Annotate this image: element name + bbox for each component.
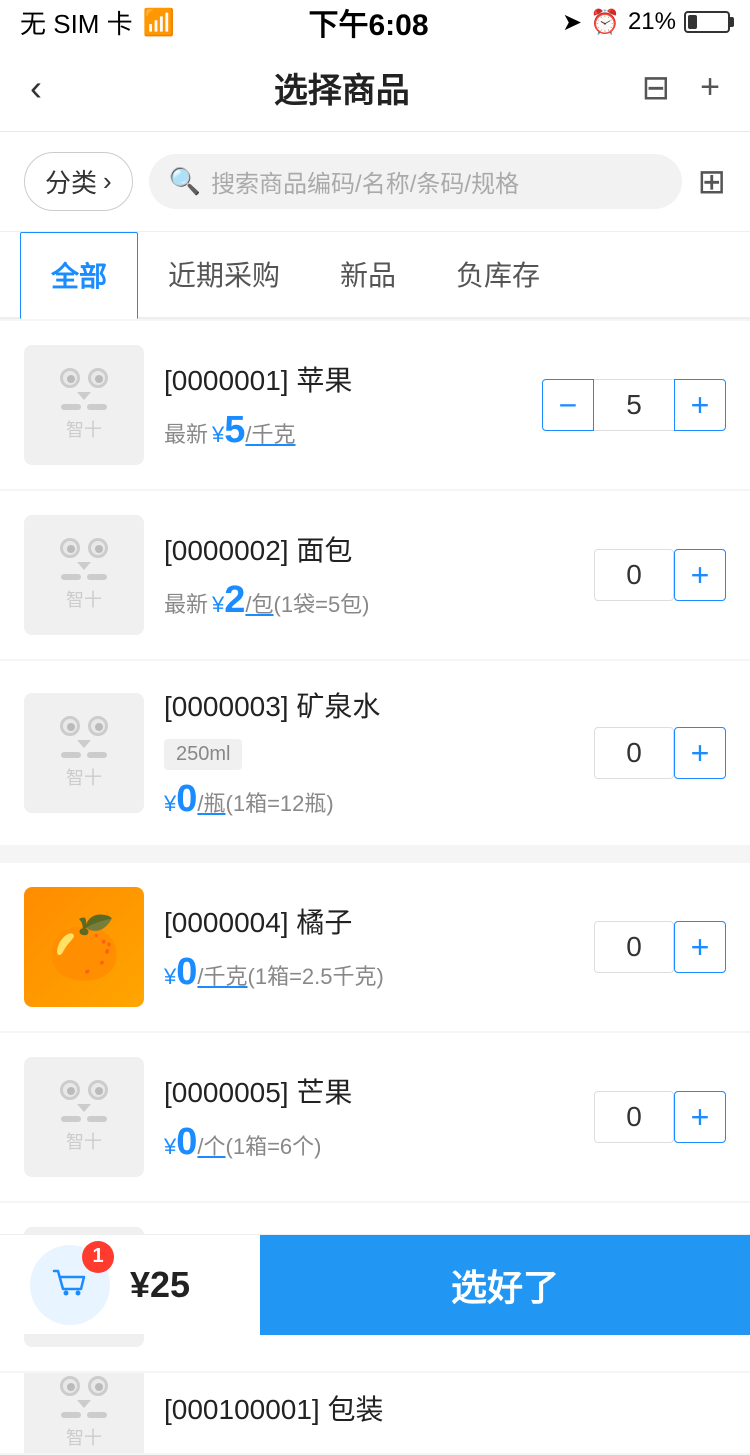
product-info-6: [000100001] 包装 [164,1388,726,1438]
tab-new[interactable]: 新品 [310,232,426,319]
table-row: 智十 [0000002] 面包 最新 ¥ 2 /包 (1袋=5包) + [0,491,750,659]
qty-input-3[interactable] [594,921,674,973]
product-image-4: 智十 [24,1057,144,1177]
product-image-2: 智十 [24,693,144,813]
product-name-6: [000100001] 包装 [164,1388,726,1428]
qty-plus-button-4[interactable]: + [674,1091,726,1143]
price-unit-0: /千克 [245,417,295,449]
product-info-2: [0000003] 矿泉水 250ml ¥ 0 /瓶 (1箱=12瓶) [164,685,574,821]
product-image-3: 🍊 [24,887,144,1007]
qty-control-2: + [594,727,726,779]
category-button[interactable]: 分类 › [24,152,133,211]
alarm-icon: ⏰ [590,8,620,37]
cart-icon-wrap[interactable]: 1 [30,1245,110,1325]
bottom-bar: 1 ¥25 选好了 [0,1234,750,1334]
owl-logo: 智十 [60,368,108,442]
page-title: 选择商品 [274,63,410,112]
price-value-0: 5 [224,409,245,452]
orange-image: 🍊 [24,887,144,1007]
qty-plus-button-1[interactable]: + [674,549,726,601]
owl-label: 智十 [66,764,102,790]
owl-label: 智十 [66,416,102,442]
qty-input-4[interactable] [594,1091,674,1143]
table-row: 🍊 [0000004] 橘子 ¥ 0 /千克 (1箱=2.5千克) + [0,863,750,1031]
status-time: 下午6:08 [308,0,428,44]
product-price-1: 最新 ¥ 2 /包 (1袋=5包) [164,579,574,622]
back-button[interactable]: ‹ [30,67,42,109]
product-name-0: [0000001] 苹果 [164,359,522,399]
carrier-text: 无 SIM 卡 [20,4,133,41]
category-arrow: › [103,166,112,197]
category-label: 分类 [45,163,97,200]
search-wrap[interactable]: 🔍 搜索商品编码/名称/条码/规格 [149,154,682,209]
qty-control-0: − + [542,379,726,431]
cart-section: 1 ¥25 [0,1245,260,1325]
product-price-0: 最新 ¥ 5 /千克 [164,409,522,452]
product-info-3: [0000004] 橘子 ¥ 0 /千克 (1箱=2.5千克) [164,901,574,994]
cart-badge: 1 [82,1241,114,1273]
product-name-4: [0000005] 芒果 [164,1071,574,1111]
tab-negative[interactable]: 负库存 [426,232,570,319]
search-icon: 🔍 [169,166,201,197]
qty-minus-button-0[interactable]: − [542,379,594,431]
divider [0,847,750,863]
price-label-0: 最新 [164,417,208,449]
owl-logo: 智十 [60,1376,108,1450]
owl-logo: 智十 [60,538,108,612]
qty-plus-button-3[interactable]: + [674,921,726,973]
product-info-0: [0000001] 苹果 最新 ¥ 5 /千克 [164,359,522,452]
price-symbol-0: ¥ [212,422,224,448]
product-info-1: [0000002] 面包 最新 ¥ 2 /包 (1袋=5包) [164,529,574,622]
product-spec-2: 250ml [164,739,242,770]
battery-icon [684,11,730,33]
qty-control-4: + [594,1091,726,1143]
status-bar: 无 SIM 卡 📶 下午6:08 ➤ ⏰ 21% [0,0,750,44]
confirm-button[interactable]: 选好了 [260,1235,750,1335]
owl-logo: 智十 [60,716,108,790]
qty-plus-button-0[interactable]: + [674,379,726,431]
qty-control-3: + [594,921,726,973]
status-left: 无 SIM 卡 📶 [20,4,175,41]
location-icon: ➤ [562,8,582,37]
cart-icon [48,1263,92,1307]
table-row: 智十 [0000001] 苹果 最新 ¥ 5 /千克 − + [0,321,750,489]
product-price-3: ¥ 0 /千克 (1箱=2.5千克) [164,951,574,994]
tab-bar: 全部 近期采购 新品 负库存 [0,232,750,319]
owl-label: 智十 [66,1128,102,1154]
qty-control-1: + [594,549,726,601]
product-image-0: 智十 [24,345,144,465]
product-price-4: ¥ 0 /个 (1箱=6个) [164,1121,574,1164]
owl-label: 智十 [66,586,102,612]
filter-bar: 分类 › 🔍 搜索商品编码/名称/条码/规格 ⊞ [0,132,750,232]
product-name-3: [0000004] 橘子 [164,901,574,941]
table-row: 智十 [0000003] 矿泉水 250ml ¥ 0 /瓶 (1箱=12瓶) + [0,661,750,845]
qty-input-1[interactable] [594,549,674,601]
tab-recent[interactable]: 近期采购 [138,232,310,319]
filter-icon[interactable]: ⊟ [642,68,671,108]
status-right: ➤ ⏰ 21% [562,8,730,37]
product-image-6: 智十 [24,1373,144,1453]
search-placeholder: 搜索商品编码/名称/条码/规格 [211,164,519,199]
qty-input-2[interactable] [594,727,674,779]
add-icon[interactable]: + [700,68,720,107]
table-row: 智十 [0000005] 芒果 ¥ 0 /个 (1箱=6个) + [0,1033,750,1201]
cart-total: ¥25 [130,1264,190,1306]
owl-logo: 智十 [60,1080,108,1154]
owl-label: 智十 [66,1424,102,1450]
tab-all[interactable]: 全部 [20,232,138,319]
product-price-2: ¥ 0 /瓶 (1箱=12瓶) [164,778,574,821]
wifi-icon: 📶 [143,7,175,38]
table-row: 智十 [000100001] 包装 [0,1373,750,1453]
nav-right: ⊟ + [642,68,720,108]
battery-percent: 21% [628,8,676,36]
product-name-1: [0000002] 面包 [164,529,574,569]
scan-button[interactable]: ⊞ [698,162,727,202]
qty-input-0[interactable] [594,379,674,431]
product-name-2: [0000003] 矿泉水 [164,685,574,725]
qty-plus-button-2[interactable]: + [674,727,726,779]
product-image-1: 智十 [24,515,144,635]
product-info-4: [0000005] 芒果 ¥ 0 /个 (1箱=6个) [164,1071,574,1164]
nav-bar: ‹ 选择商品 ⊟ + [0,44,750,132]
